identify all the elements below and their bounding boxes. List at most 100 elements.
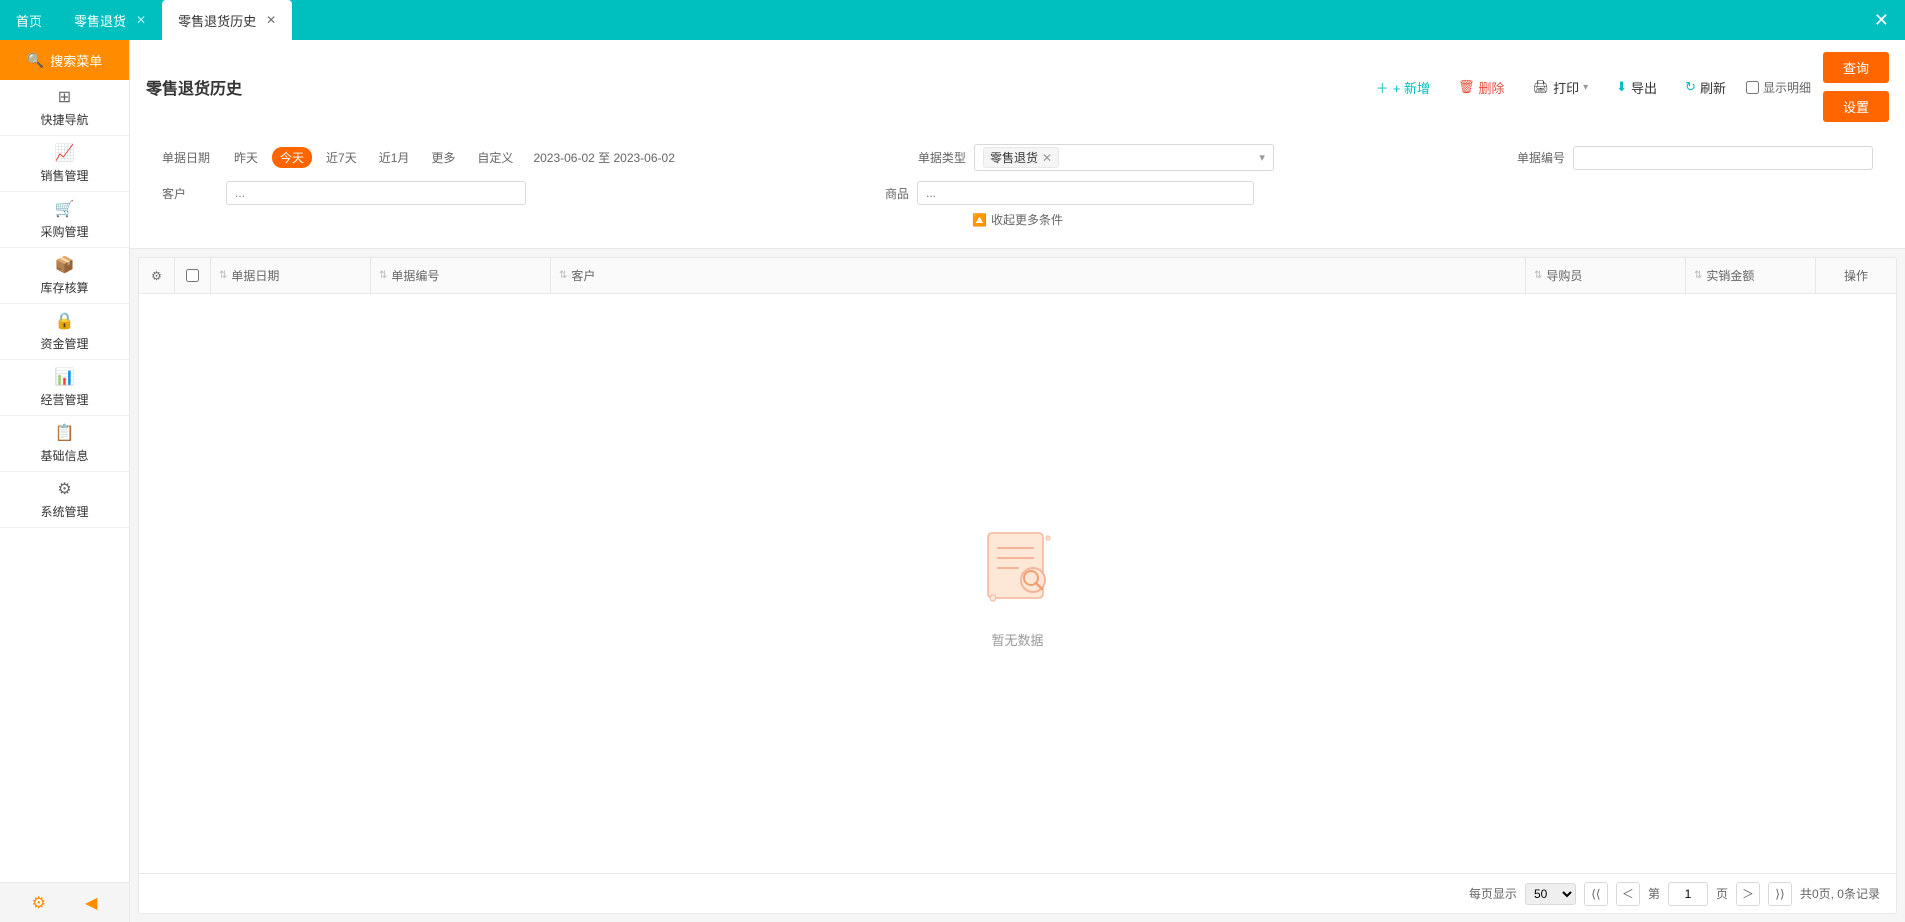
export-icon: ⬇ xyxy=(1616,79,1627,95)
customer-filter-label: 客户 xyxy=(162,185,218,202)
last-month-btn[interactable]: 近1月 xyxy=(371,147,418,168)
filter-row-1: 单据日期 昨天 今天 近7天 近1月 更多 自定义 2023-06-02 至 2… xyxy=(162,144,1873,171)
tab-retail-return[interactable]: 零售退货 ✕ xyxy=(58,0,162,40)
type-select[interactable]: 零售退货 ✕ ▾ xyxy=(974,144,1274,171)
col-customer: ⇅ 客户 xyxy=(551,258,1526,293)
display-detail-row: 显示明细 xyxy=(1746,79,1811,96)
tab-home-label: 首页 xyxy=(16,11,42,30)
col-checkbox[interactable] xyxy=(175,258,211,293)
sidebar-item-sales-mgmt[interactable]: 📈 销售管理 xyxy=(0,136,129,192)
refresh-button-label: 刷新 xyxy=(1700,78,1726,97)
window-close-button[interactable]: ✕ xyxy=(1874,10,1905,31)
pagination: 每页显示 20 50 100 ⟨⟨ ＜ 第 页 ＞ ⟩⟩ 共0页, 0条记录 xyxy=(139,873,1896,913)
filter-row-2: 客户 商品 xyxy=(162,181,1873,205)
sidebar-item-inventory[interactable]: 📦 库存核算 xyxy=(0,248,129,304)
sidebar-item-operation-mgmt[interactable]: 📊 经营管理 xyxy=(0,360,129,416)
select-all-checkbox[interactable] xyxy=(186,269,199,282)
sort-number-icon[interactable]: ⇅ xyxy=(379,270,387,281)
print-icon: 🖨 xyxy=(1533,79,1550,95)
query-button[interactable]: 查询 xyxy=(1823,52,1889,83)
system-icon: ⚙ xyxy=(55,479,75,499)
col-number: ⇅ 单据编号 xyxy=(371,258,551,293)
sort-customer-icon[interactable]: ⇅ xyxy=(559,270,567,281)
basic-icon: 📋 xyxy=(55,423,75,443)
display-detail-checkbox[interactable] xyxy=(1746,81,1759,94)
tab-retail-return-history[interactable]: 零售退货历史 ✕ xyxy=(162,0,292,40)
sidebar-item-purchase-mgmt[interactable]: 🛒 采购管理 xyxy=(0,192,129,248)
sort-guide-icon[interactable]: ⇅ xyxy=(1534,270,1542,281)
nav-label-finance: 资金管理 xyxy=(40,335,88,352)
export-button-label: 导出 xyxy=(1631,78,1657,97)
operation-icon: 📊 xyxy=(55,367,75,387)
sort-amount-icon[interactable]: ⇅ xyxy=(1694,270,1702,281)
type-tag-text: 零售退货 xyxy=(990,149,1038,166)
column-settings-icon[interactable]: ⚙ xyxy=(151,269,162,283)
sidebar-item-basic-info[interactable]: 📋 基础信息 xyxy=(0,416,129,472)
custom-btn[interactable]: 自定义 xyxy=(469,147,521,168)
date-filter-label: 单据日期 xyxy=(162,149,218,166)
col-date: ⇅ 单据日期 xyxy=(211,258,371,293)
yesterday-btn[interactable]: 昨天 xyxy=(226,147,266,168)
today-btn[interactable]: 今天 xyxy=(272,147,312,168)
prev-page-btn[interactable]: ＜ xyxy=(1616,882,1640,906)
page-size-select[interactable]: 20 50 100 xyxy=(1525,883,1576,905)
sort-date-icon[interactable]: ⇅ xyxy=(219,270,227,281)
new-button-label: + 新增 xyxy=(1393,78,1430,97)
top-tab-bar: 首页 零售退货 ✕ 零售退货历史 ✕ ✕ xyxy=(0,0,1905,40)
inventory-icon: 📦 xyxy=(55,255,75,275)
tab-retail-return-history-close[interactable]: ✕ xyxy=(266,13,276,27)
table-header: ⚙ ⇅ 单据日期 ⇅ 单据编号 ⇅ 客户 ⇅ xyxy=(139,258,1896,294)
goods-filter-label: 商品 xyxy=(845,185,909,202)
delete-icon: 🗑 xyxy=(1458,79,1475,95)
page-word: 第 xyxy=(1648,885,1660,902)
type-tag-close[interactable]: ✕ xyxy=(1042,151,1052,165)
collapse-filter-btn[interactable]: 🔼 收起更多条件 xyxy=(162,205,1873,238)
settings-icon[interactable]: ⚙ xyxy=(32,893,46,913)
first-page-btn[interactable]: ⟨⟨ xyxy=(1584,882,1608,906)
page-number-input[interactable] xyxy=(1668,882,1708,906)
sidebar: 🔍 搜索菜单 ⊞ 快捷导航 📈 销售管理 🛒 采购管理 📦 库存核算 🔒 xyxy=(0,40,130,922)
plus-icon: ＋ xyxy=(1376,78,1389,97)
purchase-icon: 🛒 xyxy=(55,199,75,219)
sidebar-item-finance-mgmt[interactable]: 🔒 资金管理 xyxy=(0,304,129,360)
tab-retail-return-history-label: 零售退货历史 xyxy=(178,11,256,30)
print-button-label: 打印 xyxy=(1553,78,1579,97)
type-chevron-icon: ▾ xyxy=(1259,151,1265,164)
next-page-btn[interactable]: ＞ xyxy=(1736,882,1760,906)
print-button[interactable]: 🖨 打印 ▾ xyxy=(1525,74,1597,101)
table-body: 暂无数据 xyxy=(139,294,1896,873)
new-button[interactable]: ＋ + 新增 xyxy=(1368,74,1438,101)
type-tag: 零售退货 ✕ xyxy=(983,147,1059,168)
tab-home[interactable]: 首页 xyxy=(0,0,58,40)
tab-retail-return-label: 零售退货 xyxy=(74,11,126,30)
sidebar-search-label: 搜索菜单 xyxy=(50,51,102,70)
export-button[interactable]: ⬇ 导出 xyxy=(1608,74,1665,101)
total-info: 共0页, 0条记录 xyxy=(1800,885,1880,902)
filter-area: 单据日期 昨天 今天 近7天 近1月 更多 自定义 2023-06-02 至 2… xyxy=(146,134,1889,248)
last7-btn[interactable]: 近7天 xyxy=(318,147,365,168)
col-settings[interactable]: ⚙ xyxy=(139,258,175,293)
more-btn[interactable]: 更多 xyxy=(423,147,463,168)
goods-input[interactable] xyxy=(917,181,1254,205)
date-filter: 昨天 今天 近7天 近1月 更多 自定义 2023-06-02 至 2023-0… xyxy=(226,147,675,168)
number-input[interactable] xyxy=(1573,146,1873,170)
last-page-btn[interactable]: ⟩⟩ xyxy=(1768,882,1792,906)
collapse-up-icon: 🔼 xyxy=(972,213,987,227)
customer-input[interactable] xyxy=(226,181,526,205)
tab-retail-return-close[interactable]: ✕ xyxy=(136,13,146,27)
content-area: 零售退货历史 ＋ + 新增 🗑 删除 🖨 打印 ▾ xyxy=(130,40,1905,922)
sidebar-item-system-mgmt[interactable]: ⚙ 系统管理 xyxy=(0,472,129,528)
delete-button[interactable]: 🗑 删除 xyxy=(1450,74,1513,101)
refresh-button[interactable]: ↻ 刷新 xyxy=(1677,74,1734,101)
sidebar-search[interactable]: 🔍 搜索菜单 xyxy=(0,40,129,80)
collapse-sidebar-icon[interactable]: ◀ xyxy=(85,893,97,913)
setting-button[interactable]: 设置 xyxy=(1823,91,1889,122)
finance-icon: 🔒 xyxy=(55,311,75,331)
page-size-label: 每页显示 xyxy=(1469,885,1517,902)
page-header: 零售退货历史 ＋ + 新增 🗑 删除 🖨 打印 ▾ xyxy=(130,40,1905,249)
nav-label-quick-nav: 快捷导航 xyxy=(40,111,88,128)
empty-text: 暂无数据 xyxy=(991,630,1043,649)
nav-label-operation: 经营管理 xyxy=(40,391,88,408)
col-customer-label: 客户 xyxy=(571,267,595,284)
sidebar-item-quick-nav[interactable]: ⊞ 快捷导航 xyxy=(0,80,129,136)
